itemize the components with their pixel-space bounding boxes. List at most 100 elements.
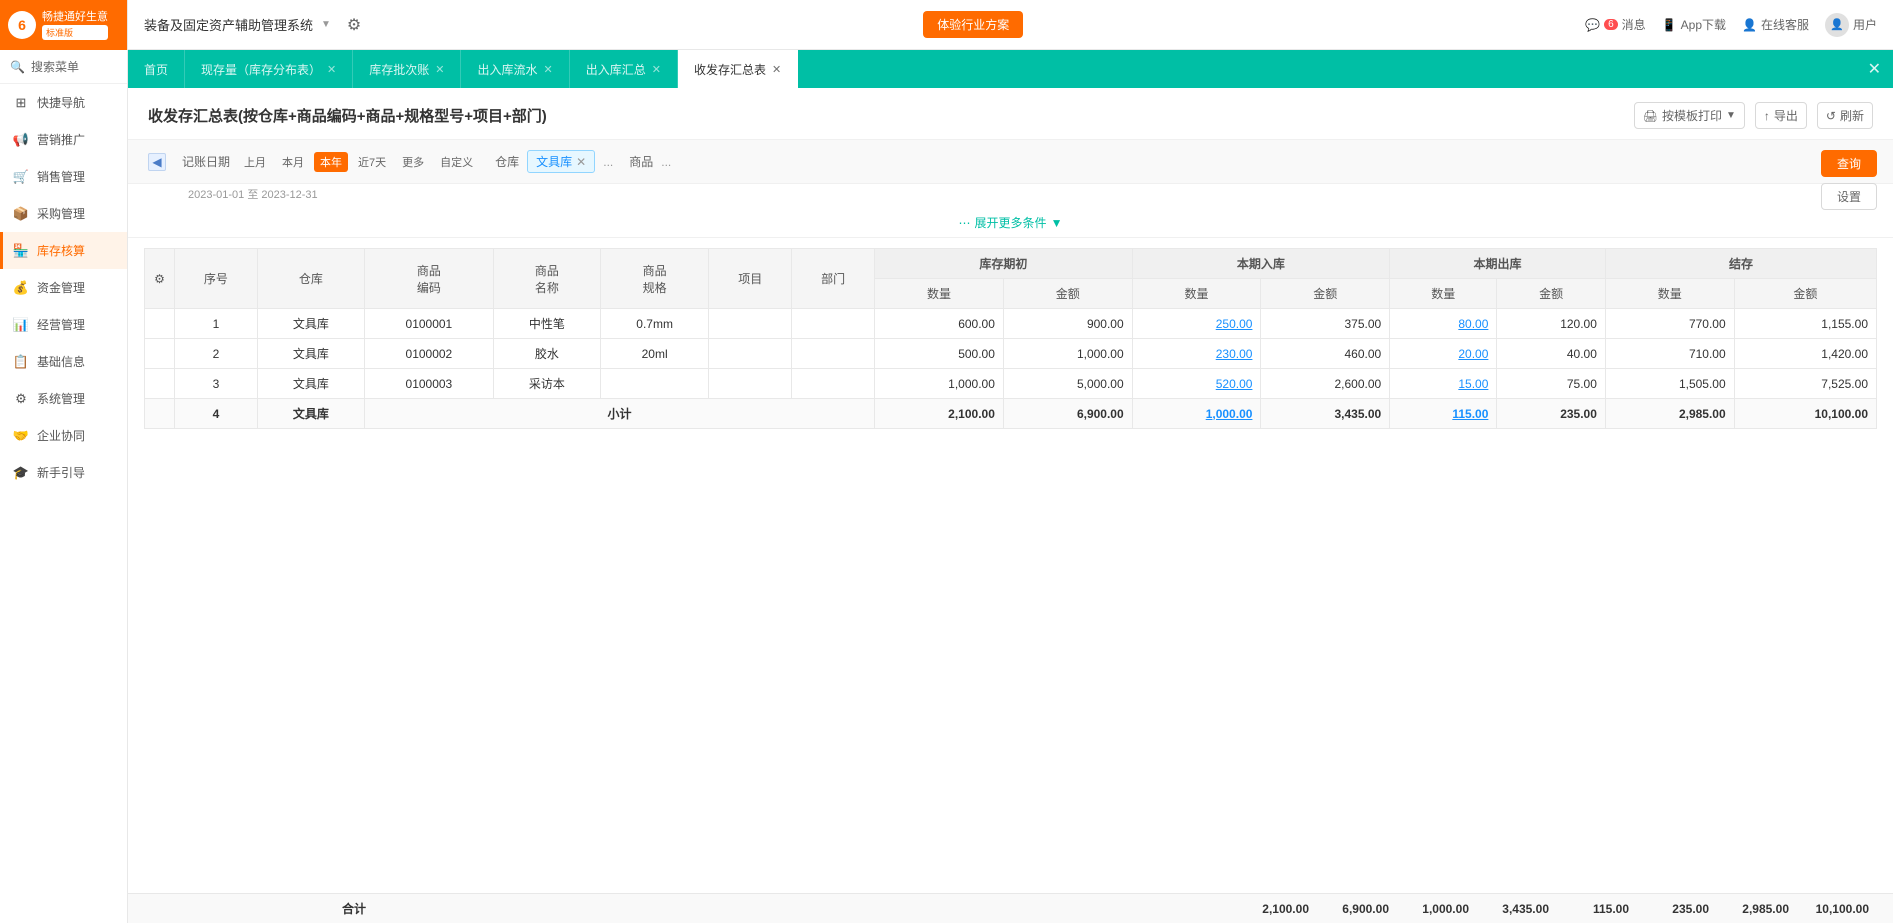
- setting-btn[interactable]: 设置: [1821, 183, 1877, 210]
- sidebar-item-enterprise[interactable]: 🤝企业协同: [0, 417, 127, 454]
- date-btn-更多[interactable]: 更多: [396, 152, 430, 172]
- cell-out-amt: 40.00: [1497, 339, 1606, 369]
- cell-bal-amt: 7,525.00: [1734, 369, 1876, 399]
- col-group-open: 库存期初: [875, 249, 1133, 279]
- filter-bar: ◀ 记账日期 上月本月本年近7天更多自定义 仓库 文具库 ✕ ... 商品 ..…: [128, 140, 1893, 184]
- notification-btn[interactable]: 💬 6 消息: [1585, 16, 1646, 33]
- date-btn-上月[interactable]: 上月: [238, 152, 272, 172]
- table-container: ⚙ 序号 仓库 商品编码 商品名称 商品规格 项目 部门 库存期初 本期入库 本…: [128, 238, 1893, 893]
- sidebar-item-newbie[interactable]: 🎓新手引导: [0, 454, 127, 491]
- tab-inout-summary[interactable]: 出入库汇总 ✕: [570, 50, 678, 88]
- tab-close-inout-flow[interactable]: ✕: [544, 63, 553, 76]
- refresh-btn[interactable]: ↺ 刷新: [1817, 102, 1873, 129]
- collapse-arrow[interactable]: ◀: [148, 153, 166, 171]
- warehouse-filter-label: 仓库: [495, 153, 519, 170]
- warehouse-tag-close[interactable]: ✕: [576, 155, 586, 169]
- tab-close-stock-dist[interactable]: ✕: [327, 63, 336, 76]
- cell-name: 采访本: [493, 369, 600, 399]
- online-service-btn[interactable]: 👤 在线客服: [1742, 16, 1809, 33]
- tab-label-inout-summary: 出入库汇总: [586, 61, 646, 78]
- sidebar-item-purchase[interactable]: 📦采购管理: [0, 195, 127, 232]
- print-icon: 🖨: [1643, 109, 1658, 123]
- tab-batch[interactable]: 库存批次账✕: [353, 50, 461, 88]
- cell-open-amt: 1,000.00: [1003, 339, 1132, 369]
- export-btn[interactable]: ↑ 导出: [1755, 102, 1807, 129]
- in-qty-link[interactable]: 520.00: [1216, 377, 1253, 391]
- settings-icon[interactable]: ⚙: [347, 15, 361, 35]
- footer-bal-qty: 2,985.00: [1717, 902, 1797, 916]
- tab-close-recv-send-summary[interactable]: ✕: [772, 63, 781, 76]
- table-settings-header[interactable]: ⚙: [145, 249, 175, 309]
- refresh-icon: ↺: [1826, 109, 1836, 123]
- nav-label-newbie: 新手引导: [37, 464, 85, 481]
- sidebar-item-operations[interactable]: 📊经营管理: [0, 306, 127, 343]
- expand-chevron-icon: ▼: [1051, 216, 1063, 230]
- sidebar-item-system[interactable]: ⚙系统管理: [0, 380, 127, 417]
- experience-btn[interactable]: 体验行业方案: [923, 11, 1023, 38]
- expand-filter-btn[interactable]: ⋯ 展开更多条件 ▼: [959, 214, 1063, 231]
- cell-bal-amt: 1,420.00: [1734, 339, 1876, 369]
- cell-project: [709, 369, 792, 399]
- tab-close-batch[interactable]: ✕: [435, 63, 444, 76]
- date-btn-自定义[interactable]: 自定义: [434, 152, 479, 172]
- date-btn-本月[interactable]: 本月: [276, 152, 310, 172]
- cell-in-qty: 250.00: [1132, 309, 1261, 339]
- tab-stock-dist[interactable]: 现存量（库存分布表）✕: [185, 50, 353, 88]
- out-qty-link[interactable]: 15.00: [1458, 377, 1488, 391]
- date-range-text: 2023-01-01 至 2023-12-31: [188, 189, 318, 201]
- col-group-in: 本期入库: [1132, 249, 1390, 279]
- nav-label-enterprise: 企业协同: [37, 427, 85, 444]
- goods-ellipsis[interactable]: ...: [661, 155, 671, 169]
- cell-in-amt: 375.00: [1261, 309, 1390, 339]
- tab-home[interactable]: 首页: [128, 50, 185, 88]
- cell-open-qty: 1,000.00: [875, 369, 1004, 399]
- subtotal-bal-amt: 10,100.00: [1734, 399, 1876, 429]
- print-dropdown-icon: ▼: [1726, 110, 1736, 121]
- cell-out-amt: 120.00: [1497, 309, 1606, 339]
- page-title-bar: 收发存汇总表(按仓库+商品编码+商品+规格型号+项目+部门) 🖨 按模板打印 ▼…: [128, 88, 1893, 140]
- user-btn[interactable]: 👤 用户: [1825, 13, 1877, 37]
- col-header-name: 商品名称: [493, 249, 600, 309]
- cell-settings: [145, 369, 175, 399]
- subtotal-in-qty-link[interactable]: 1,000.00: [1206, 407, 1253, 421]
- tab-bar: 首页现存量（库存分布表）✕库存批次账✕出入库流水✕出入库汇总✕收发存汇总表✕✕: [128, 50, 1893, 88]
- sidebar-item-marketing[interactable]: 📢营销推广: [0, 121, 127, 158]
- in-qty-link[interactable]: 250.00: [1216, 317, 1253, 331]
- cell-project: [709, 339, 792, 369]
- subtotal-out-qty-link[interactable]: 115.00: [1452, 407, 1488, 421]
- cell-no: 1: [175, 309, 258, 339]
- tab-close-inout-summary[interactable]: ✕: [652, 63, 661, 76]
- nav-label-sales: 销售管理: [37, 168, 85, 185]
- print-label: 按模板打印: [1662, 107, 1722, 124]
- tab-recv-send-summary[interactable]: 收发存汇总表✕: [678, 50, 798, 88]
- cell-code: 0100003: [365, 369, 494, 399]
- out-qty-link[interactable]: 20.00: [1458, 347, 1488, 361]
- out-qty-link[interactable]: 80.00: [1458, 317, 1488, 331]
- footer-open-qty: 2,100.00: [1237, 902, 1317, 916]
- online-service-label: 在线客服: [1761, 16, 1809, 33]
- date-btn-本年[interactable]: 本年: [314, 152, 348, 172]
- print-btn[interactable]: 🖨 按模板打印 ▼: [1634, 102, 1745, 129]
- cell-bal-qty: 710.00: [1605, 339, 1734, 369]
- subtotal-settings: [145, 399, 175, 429]
- notification-label: 消息: [1622, 16, 1646, 33]
- tabbar-close-btn[interactable]: ✕: [1856, 59, 1893, 79]
- nav-icon-sales: 🛒: [13, 169, 29, 185]
- tab-inout-flow[interactable]: 出入库流水✕: [461, 50, 569, 88]
- in-qty-link[interactable]: 230.00: [1216, 347, 1253, 361]
- cell-no: 3: [175, 369, 258, 399]
- nav-label-operations: 经营管理: [37, 316, 85, 333]
- app-download-btn[interactable]: 📱 App下载: [1662, 16, 1726, 33]
- warehouse-ellipsis[interactable]: ...: [603, 155, 613, 169]
- sidebar-item-quick-nav[interactable]: ⊞快捷导航: [0, 84, 127, 121]
- sidebar-item-inventory[interactable]: 🏪库存核算: [0, 232, 127, 269]
- system-title-dropdown-icon[interactable]: ▼: [321, 19, 331, 30]
- search-menu-item[interactable]: 🔍 搜索菜单: [0, 50, 127, 84]
- sidebar-item-base-info[interactable]: 📋基础信息: [0, 343, 127, 380]
- sidebar-item-sales[interactable]: 🛒 销售管理: [0, 158, 127, 195]
- date-btn-近7天[interactable]: 近7天: [352, 152, 392, 172]
- sidebar-item-finance[interactable]: 💰资金管理: [0, 269, 127, 306]
- cell-out-qty: 20.00: [1390, 339, 1497, 369]
- col-out-qty: 数量: [1390, 279, 1497, 309]
- query-btn[interactable]: 查询: [1821, 150, 1877, 177]
